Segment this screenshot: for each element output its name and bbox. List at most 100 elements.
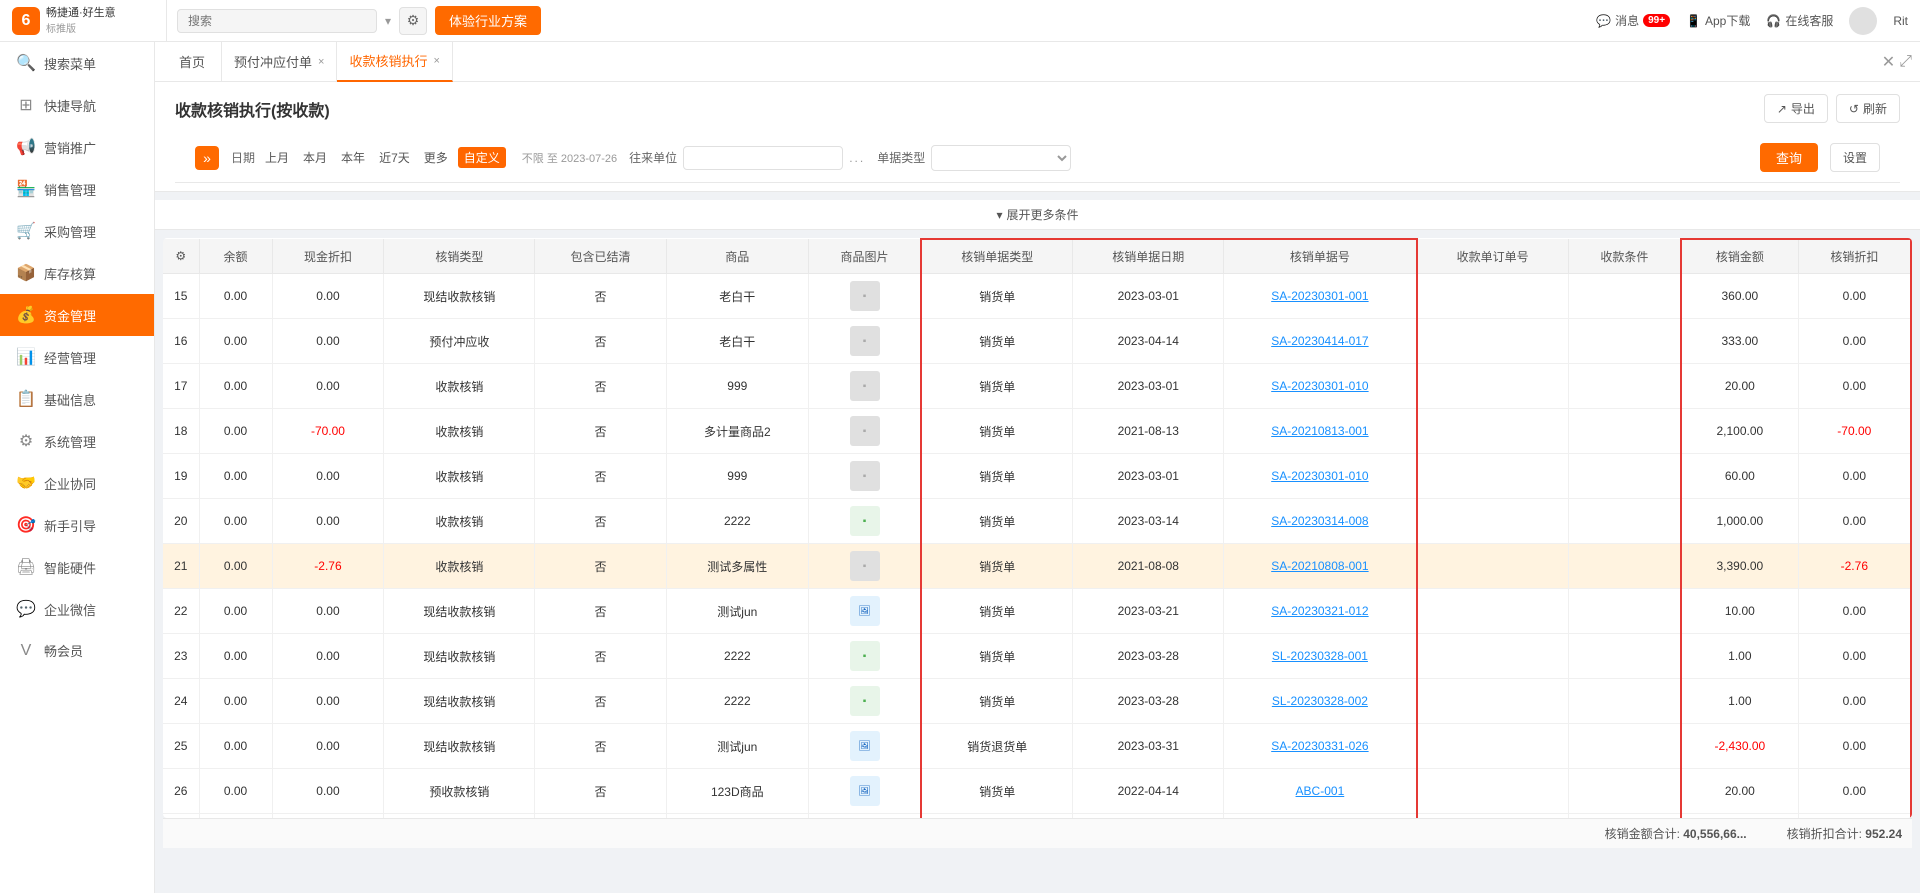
product-image: ▪ — [850, 371, 880, 401]
td-product: 2222 — [666, 634, 808, 679]
td-bill-no[interactable]: SA-20230414-017 — [1224, 319, 1417, 364]
td-cash-discount: 0.00 — [272, 769, 384, 814]
td-bill-no[interactable]: SL-20230328-001 — [1224, 634, 1417, 679]
td-bill-date: 2022-04-14 — [1073, 769, 1224, 814]
td-bill-no[interactable]: SA-20230314-008 — [1224, 499, 1417, 544]
td-bill-no[interactable]: SL-20230328-002 — [1224, 679, 1417, 724]
th-product-img: 商品图片 — [808, 239, 921, 274]
avatar[interactable] — [1849, 7, 1877, 35]
sidebar-item-operations[interactable]: 📊 经营管理 — [0, 336, 154, 378]
table-header-row: ⚙ 余额 现金折扣 核销类型 包含已结清 商品 商品图片 核销单据类型 核销单据… — [163, 239, 1911, 274]
td-include-cleared: 否 — [535, 724, 666, 769]
sidebar-item-sales[interactable]: 🏪 销售管理 — [0, 168, 154, 210]
bill-type-filter-group: 单据类型 — [877, 145, 1071, 171]
industry-button[interactable]: 体验行业方案 — [435, 6, 541, 35]
sidebar-item-purchase[interactable]: 🛒 采购管理 — [0, 210, 154, 252]
td-bill-type: 销货单 — [921, 589, 1073, 634]
td-cash-discount: 0.00 — [272, 454, 384, 499]
td-order-no — [1417, 634, 1569, 679]
td-payment-terms — [1568, 634, 1681, 679]
tab-prepay[interactable]: 预付冲应付单 × — [222, 42, 337, 82]
footer-total-amount: 40,556,66... — [1683, 827, 1746, 841]
td-verify-type: 收款核销 — [384, 364, 535, 409]
export-button[interactable]: ↗ 导出 — [1764, 94, 1828, 123]
table-row: 20 0.00 0.00 收款核销 否 2222 ▪ 销货单 2023-03-1… — [163, 499, 1911, 544]
td-bill-type: 销货单 — [921, 409, 1073, 454]
sidebar-item-search[interactable]: 🔍 搜索菜单 — [0, 42, 154, 84]
td-id: 22 — [163, 589, 199, 634]
messages-badge[interactable]: 💬 消息 99+ — [1596, 12, 1670, 29]
td-bill-no[interactable]: SA-20230321-012 — [1224, 589, 1417, 634]
refresh-button[interactable]: ↺ 刷新 — [1836, 94, 1900, 123]
tab-verify-label: 收款核销执行 — [349, 51, 427, 70]
date-last-month[interactable]: 上月 — [261, 147, 293, 168]
sales-icon: 🏪 — [16, 179, 36, 199]
sidebar-item-finance[interactable]: 💰 资金管理 — [0, 294, 154, 336]
sidebar-item-system[interactable]: ⚙ 系统管理 — [0, 420, 154, 462]
sidebar-item-basic-info[interactable]: 📋 基础信息 — [0, 378, 154, 420]
hardware-icon: 🖨 — [16, 557, 36, 577]
td-product-img: ▪ — [808, 409, 921, 454]
td-bill-no[interactable]: SA-20230331-026 — [1224, 724, 1417, 769]
app-download-link[interactable]: 📱 App下载 — [1686, 12, 1750, 29]
product-image: ▪ — [850, 461, 880, 491]
td-cash-discount: 0.00 — [272, 499, 384, 544]
date-this-month[interactable]: 本月 — [299, 147, 331, 168]
settings-icon[interactable]: ⚙ — [399, 7, 427, 35]
td-payment-terms — [1568, 724, 1681, 769]
td-cash-discount: 0.00 — [272, 679, 384, 724]
table-row: 19 0.00 0.00 收款核销 否 999 ▪ 销货单 2023-03-01… — [163, 454, 1911, 499]
th-cash-discount: 现金折扣 — [272, 239, 384, 274]
td-payment-terms — [1568, 454, 1681, 499]
th-gear[interactable]: ⚙ — [163, 239, 199, 274]
tab-close-icon[interactable]: ✕ — [1882, 52, 1895, 72]
expand-more-button[interactable]: ▾ 展开更多条件 — [996, 206, 1078, 223]
partner-dots[interactable]: ... — [849, 151, 865, 165]
system-icon: ⚙ — [16, 431, 36, 451]
tab-home[interactable]: 首页 — [163, 42, 222, 82]
logo-icon: 6 — [12, 7, 40, 35]
td-include-cleared: 否 — [535, 409, 666, 454]
td-verify-type: 现结收款核销 — [384, 589, 535, 634]
date-this-year[interactable]: 本年 — [337, 147, 369, 168]
td-order-no — [1417, 589, 1569, 634]
search-input[interactable] — [177, 9, 377, 33]
td-bill-no[interactable]: SA-20230301-001 — [1224, 274, 1417, 319]
tab-expand-icon[interactable]: ⤢ — [1899, 53, 1912, 71]
td-bill-no[interactable]: SA-20210808-001 — [1224, 544, 1417, 589]
date-more[interactable]: 更多 — [420, 147, 452, 168]
tab-verify-close[interactable]: × — [433, 55, 439, 67]
sidebar-item-member[interactable]: V 畅会员 — [0, 630, 154, 671]
table-row: 21 0.00 -2.76 收款核销 否 测试多属性 ▪ 销货单 2021-08… — [163, 544, 1911, 589]
tab-verify[interactable]: 收款核销执行 × — [337, 42, 452, 82]
td-bill-no[interactable]: ABC-001 — [1224, 769, 1417, 814]
tab-prepay-close[interactable]: × — [318, 56, 324, 68]
date-custom[interactable]: 自定义 — [458, 147, 506, 168]
td-balance: 0.00 — [199, 319, 272, 364]
td-order-no — [1417, 544, 1569, 589]
sidebar-item-collab[interactable]: 🤝 企业协同 — [0, 462, 154, 504]
sidebar-item-inventory[interactable]: 📦 库存核算 — [0, 252, 154, 294]
td-include-cleared: 否 — [535, 544, 666, 589]
online-service-link[interactable]: 🎧 在线客服 — [1766, 12, 1833, 29]
td-include-cleared: 否 — [535, 454, 666, 499]
partner-filter-group: 往来单位 ... — [629, 146, 865, 170]
td-product: 999 — [666, 454, 808, 499]
dropdown-arrow-icon[interactable]: ▾ — [385, 14, 391, 28]
bill-type-select[interactable] — [931, 145, 1071, 171]
sidebar-item-quicknav[interactable]: ⊞ 快捷导航 — [0, 84, 154, 126]
td-bill-no[interactable]: SA-20230301-010 — [1224, 454, 1417, 499]
guide-icon: 🎯 — [16, 515, 36, 535]
sidebar-item-marketing[interactable]: 📢 营销推广 — [0, 126, 154, 168]
collab-icon: 🤝 — [16, 473, 36, 493]
td-bill-no[interactable]: SA-20210813-001 — [1224, 409, 1417, 454]
sidebar-item-guide[interactable]: 🎯 新手引导 — [0, 504, 154, 546]
sidebar-item-hardware[interactable]: 🖨 智能硬件 — [0, 546, 154, 588]
date-7days[interactable]: 近7天 — [375, 147, 414, 168]
td-bill-no[interactable]: SA-20230301-010 — [1224, 364, 1417, 409]
filter-toggle-button[interactable]: » — [195, 146, 219, 170]
sidebar-item-weixin[interactable]: 💬 企业微信 — [0, 588, 154, 630]
settings-button[interactable]: 设置 — [1830, 143, 1880, 172]
query-button[interactable]: 查询 — [1760, 143, 1818, 172]
partner-input[interactable] — [683, 146, 843, 170]
